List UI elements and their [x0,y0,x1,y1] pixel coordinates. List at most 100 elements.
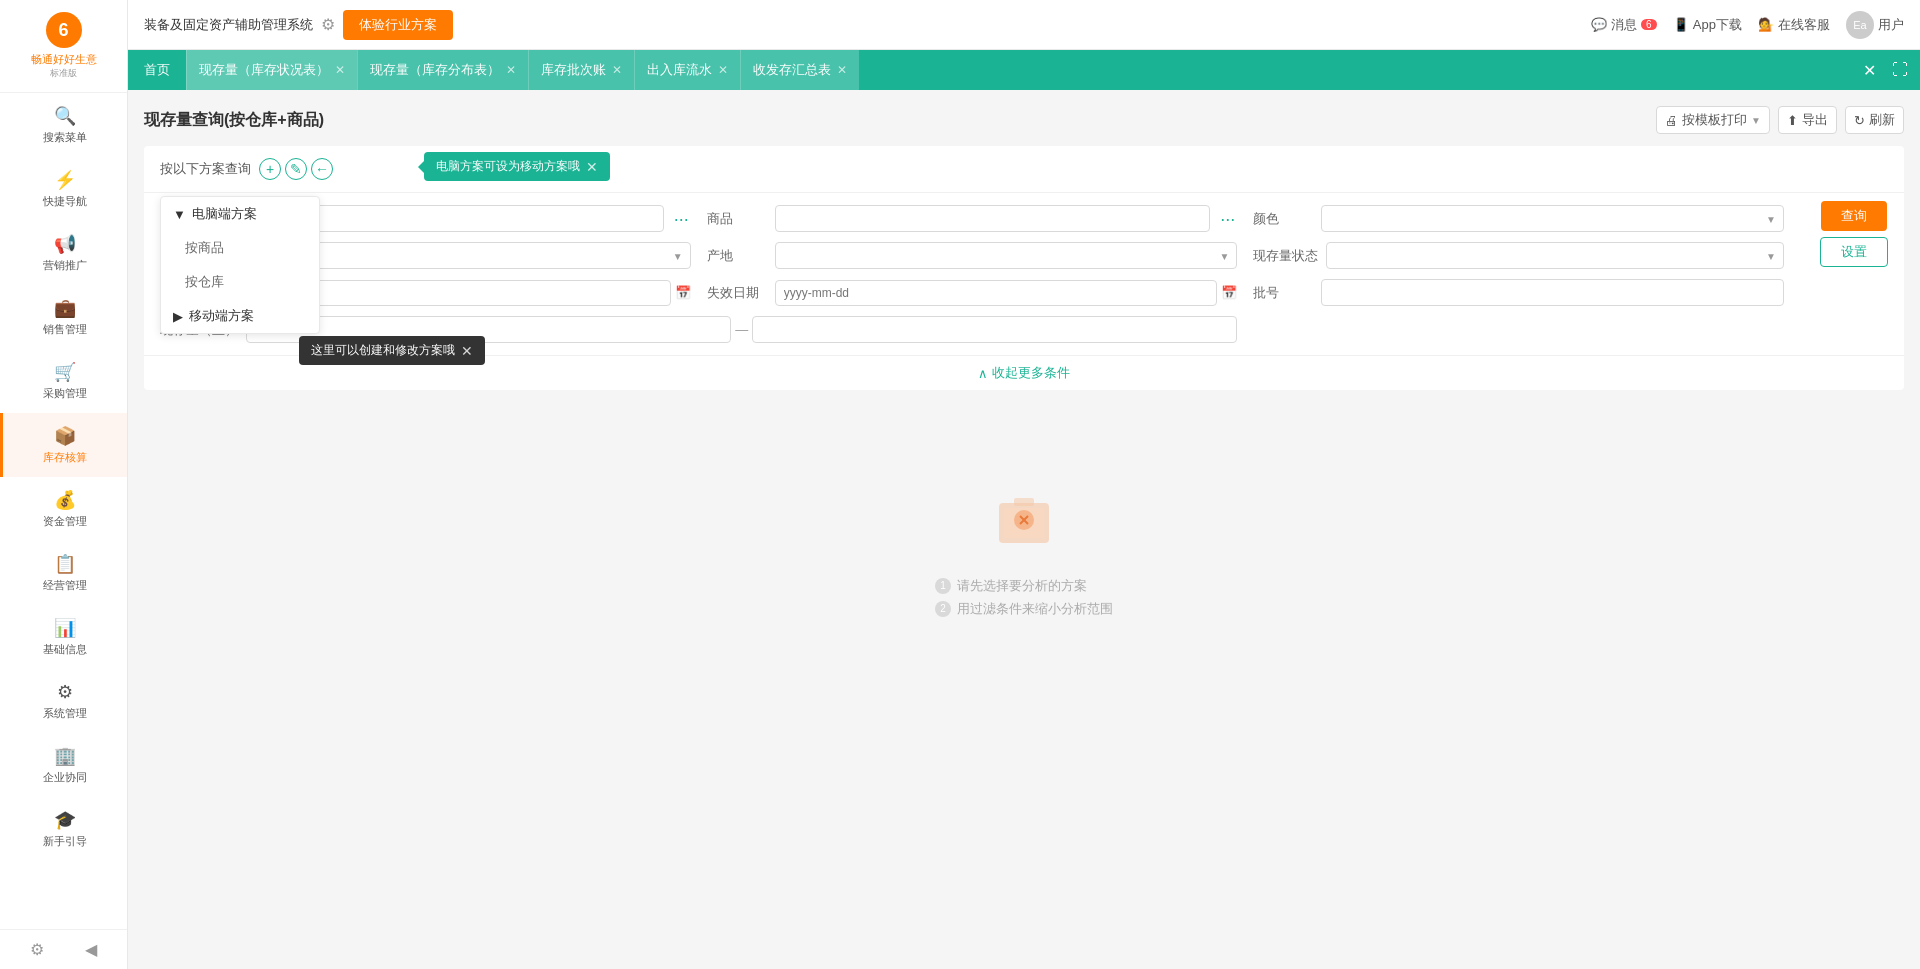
query-header-label: 按以下方案查询 [160,160,251,178]
color-label: 颜色 [1253,210,1313,228]
query-header-actions: + ✎ ← [259,158,333,180]
tab-inout-flow-close[interactable]: ✕ [718,63,728,77]
tabbar: 首页 现存量（库存状况表） ✕ 现存量（库存分布表） ✕ 库存批次账 ✕ 出入库… [128,50,1920,90]
goods-label: 商品 [707,210,767,228]
tab-inventory-dist-close[interactable]: ✕ [506,63,516,77]
edit-tooltip-close[interactable]: ✕ [461,343,473,359]
scheme-tooltip-close[interactable]: ✕ [586,159,598,175]
sidebar-item-enterprise[interactable]: 🏢 企业协同 [0,733,127,797]
tab-recv-summary-close[interactable]: ✕ [837,63,847,77]
tab-inventory-dist-label: 现存量（库存分布表） [370,61,500,79]
back-scheme-btn[interactable]: ← [311,158,333,180]
empty-illustration [984,478,1064,558]
refresh-btn[interactable]: ↻ 刷新 [1845,106,1904,134]
form-row-color: 颜色 ▼ [1253,205,1784,232]
add-scheme-btn[interactable]: + [259,158,281,180]
sidebar-item-guide[interactable]: 🎓 新手引导 [0,797,127,861]
tab-inventory-status[interactable]: 现存量（库存状况表） ✕ [186,50,357,90]
warehouse-dots[interactable]: ··· [672,210,691,228]
reset-btn[interactable]: 设置 [1820,237,1888,267]
expiry-date-input[interactable] [775,280,1218,306]
sidebar-item-basic[interactable]: 📊 基础信息 [0,605,127,669]
content-area: 现存量查询(按仓库+商品) 🖨 按模板打印 ▼ ⬆ 导出 ↻ 刷新 [128,90,1920,969]
refresh-icon: ↻ [1854,113,1865,128]
sidebar-item-label-marketing: 营销推广 [43,258,87,273]
tip-num-1: 1 [935,578,951,594]
export-btn[interactable]: ⬆ 导出 [1778,106,1837,134]
sidebar-item-label-quicknav: 快捷导航 [43,194,87,209]
stock-status-select[interactable] [1326,242,1784,269]
batch-label: 批号 [1253,284,1313,302]
topbar-settings-icon[interactable]: ⚙ [321,15,335,34]
sidebar-item-marketing[interactable]: 📢 营销推广 [0,221,127,285]
tab-recv-summary-label: 收发存汇总表 [753,61,831,79]
trial-btn[interactable]: 体验行业方案 [343,10,453,40]
tab-close-all-icon[interactable]: ✕ [1859,57,1880,84]
main-area: 装备及固定资产辅助管理系统 ⚙ 体验行业方案 💬 消息 6 📱 App下载 💁 … [128,0,1920,969]
system-icon: ⚙ [57,681,73,703]
tab-inventory-batch[interactable]: 库存批次账 ✕ [528,50,634,90]
stock-status-select-wrapper: ▼ [1326,242,1784,269]
form-row-stock-status: 现存量状态 ▼ [1253,242,1784,269]
edit-scheme-btn[interactable]: ✎ [285,158,307,180]
collapse-sidebar-icon[interactable]: ◀ [85,940,97,959]
online-support-btn[interactable]: 💁 在线客服 [1758,16,1830,34]
tab-home[interactable]: 首页 [128,50,186,90]
message-btn[interactable]: 💬 消息 6 [1591,16,1657,34]
tab-fullscreen-icon[interactable]: ⛶ [1888,57,1912,83]
origin-select[interactable] [775,242,1238,269]
scheme-sub-item-goods[interactable]: 按商品 [161,231,319,265]
form-row-batch: 批号 [1253,279,1784,306]
tab-inventory-dist[interactable]: 现存量（库存分布表） ✕ [357,50,528,90]
color-select-wrapper: ▼ [1321,205,1784,232]
desktop-scheme-label: 电脑端方案 [192,205,257,223]
goods-dots[interactable]: ··· [1218,210,1237,228]
svg-rect-3 [1014,498,1034,506]
goods-input[interactable] [775,205,1211,232]
print-template-btn[interactable]: 🖨 按模板打印 ▼ [1656,106,1770,134]
tab-inout-flow[interactable]: 出入库流水 ✕ [634,50,740,90]
scheme-list: ▼ 电脑端方案 按商品 按仓库 ▶ 移动端方案 [160,196,320,334]
tab-inventory-batch-label: 库存批次账 [541,61,606,79]
form-row-origin: 产地 ▼ [707,242,1238,269]
sales-icon: 💼 [54,297,76,319]
sidebar-item-system[interactable]: ⚙ 系统管理 [0,669,127,733]
sidebar-item-label-enterprise: 企业协同 [43,770,87,785]
sidebar-item-finance[interactable]: 💰 资金管理 [0,477,127,541]
sidebar-item-purchase[interactable]: 🛒 采购管理 [0,349,127,413]
tab-recv-summary[interactable]: 收发存汇总表 ✕ [740,50,859,90]
sidebar-item-sales[interactable]: 💼 销售管理 [0,285,127,349]
production-date-calendar-icon[interactable]: 📅 [675,285,691,300]
tab-inventory-status-label: 现存量（库存状况表） [199,61,329,79]
enterprise-icon: 🏢 [54,745,76,767]
logo-icon: 6 [46,12,82,48]
tabbar-end: ✕ ⛶ [1859,57,1920,84]
query-btn[interactable]: 查询 [1821,201,1887,231]
sidebar-item-inventory[interactable]: 📦 库存核算 [0,413,127,477]
desktop-scheme-item[interactable]: ▼ 电脑端方案 [161,197,319,231]
sidebar-item-label-finance: 资金管理 [43,514,87,529]
query-form: 仓库 ··· 商品 ··· 颜色 ▼ [144,193,1904,355]
tab-inventory-batch-close[interactable]: ✕ [612,63,622,77]
sidebar-item-quicknav[interactable]: ⚡ 快捷导航 [0,157,127,221]
origin-label: 产地 [707,247,767,265]
settings-bottom-icon[interactable]: ⚙ [30,940,44,959]
tab-inventory-status-close[interactable]: ✕ [335,63,345,77]
scheme-sub-item-warehouse[interactable]: 按仓库 [161,265,319,299]
page-title: 现存量查询(按仓库+商品) [144,110,324,131]
sidebar-item-operations[interactable]: 📋 经营管理 [0,541,127,605]
sidebar-logo: 6 畅通好好生意 标准版 [0,0,127,93]
brand-badge: 标准版 [50,67,77,80]
edit-tooltip: 这里可以创建和修改方案哦 ✕ [299,336,485,365]
app-download-btn[interactable]: 📱 App下载 [1673,16,1742,34]
expiry-date-calendar-icon[interactable]: 📅 [1221,285,1237,300]
quicknav-icon: ⚡ [54,169,76,191]
mobile-scheme-item[interactable]: ▶ 移动端方案 [161,299,319,333]
export-icon: ⬆ [1787,113,1798,128]
stock-main-max-input[interactable] [752,316,1237,343]
guide-icon: 🎓 [54,809,76,831]
user-menu[interactable]: Ea 用户 [1846,11,1904,39]
sidebar-item-search[interactable]: 🔍 搜索菜单 [0,93,127,157]
color-select[interactable] [1321,205,1784,232]
batch-input[interactable] [1321,279,1784,306]
